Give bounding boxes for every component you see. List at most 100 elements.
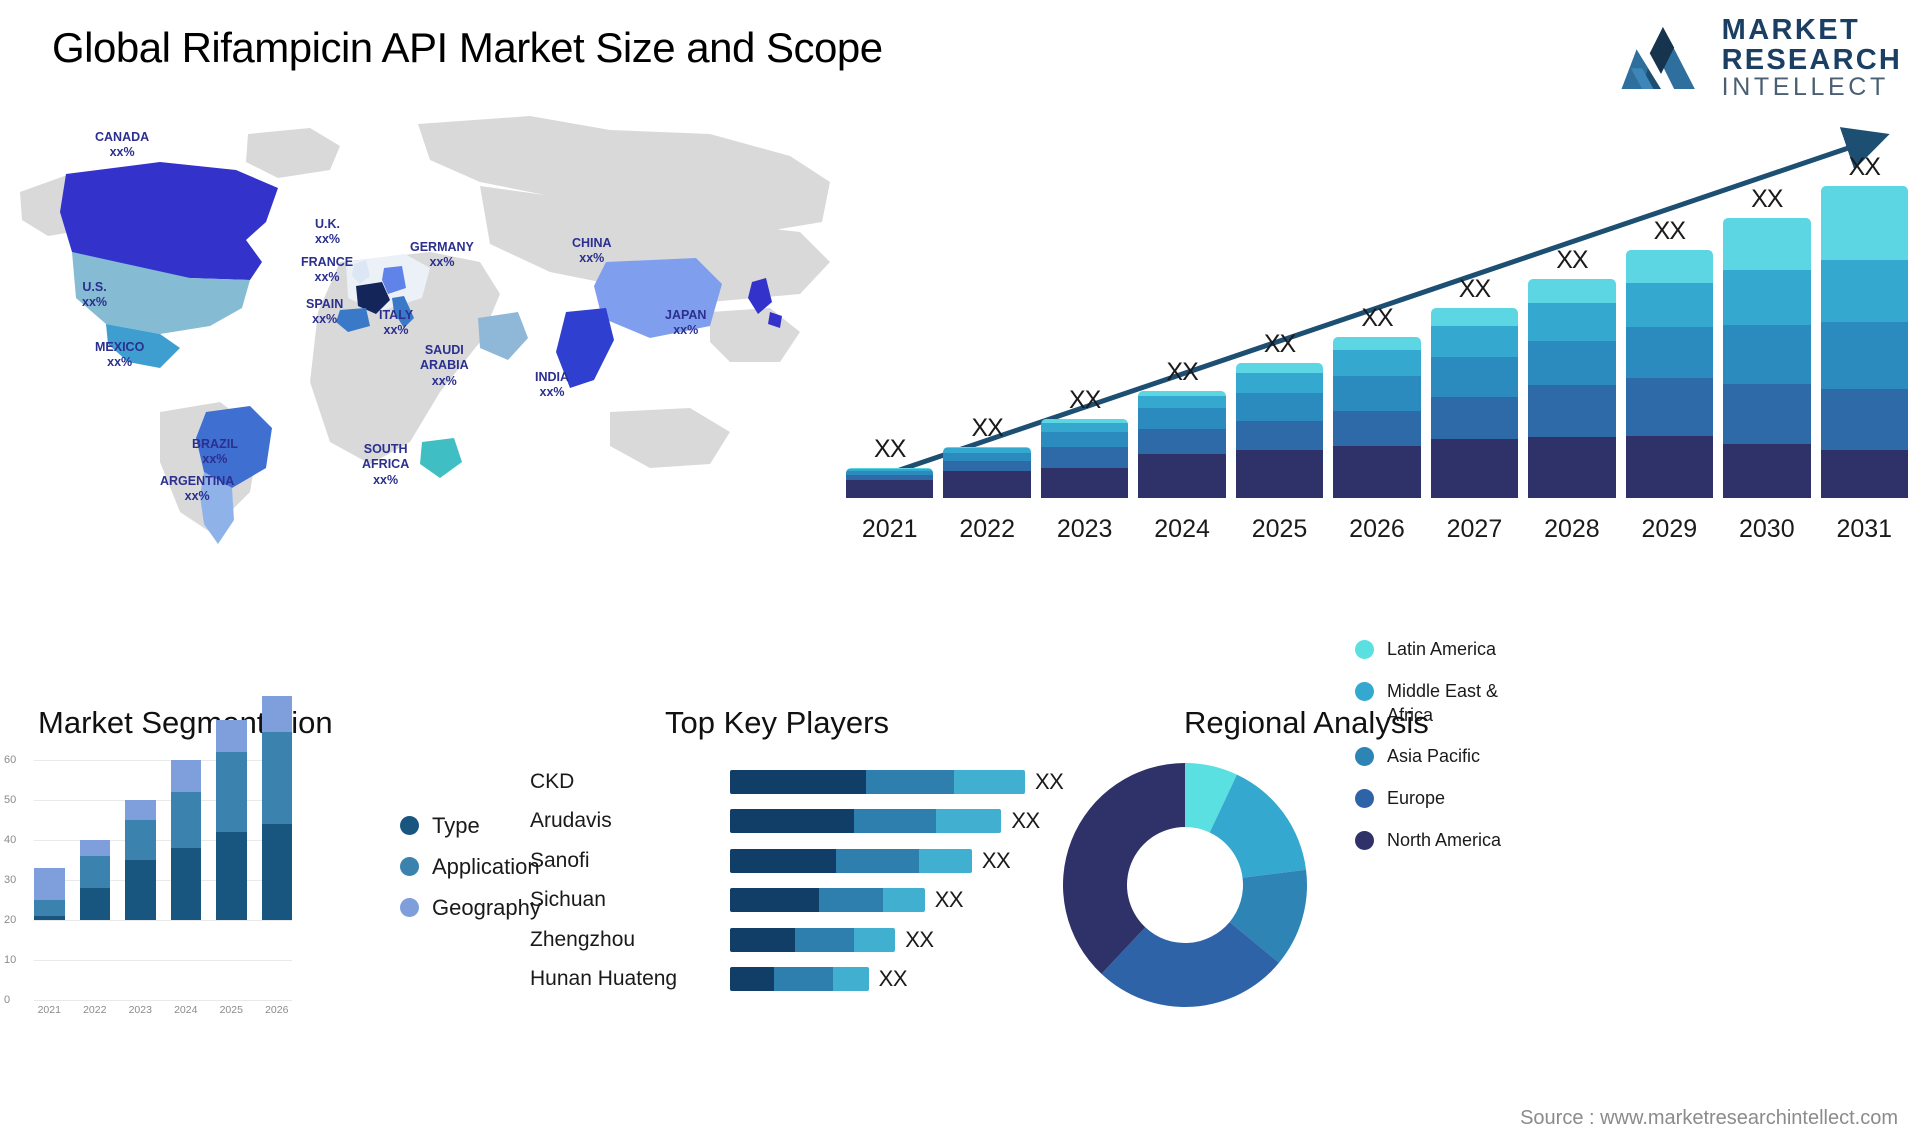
map-country-value: xx% — [202, 452, 228, 467]
growth-bar-column: XX — [1040, 386, 1129, 498]
growth-bar-segment — [943, 461, 1031, 472]
growth-bar — [846, 468, 934, 498]
player-bar-segment — [836, 848, 919, 873]
map-label-france: FRANCE xx% — [301, 255, 353, 286]
map-country-value: xx% — [673, 323, 699, 338]
growth-bar-column: XX — [1625, 217, 1714, 498]
segmentation-bar — [34, 680, 65, 920]
growth-bar-segment — [1820, 321, 1908, 390]
segmentation-bar — [261, 680, 292, 920]
segmentation-legend-item: Geography — [400, 887, 541, 928]
legend-color-dot — [1355, 789, 1374, 808]
growth-bar-column: XX — [1333, 304, 1421, 498]
growth-bar — [1528, 279, 1616, 498]
growth-bar-value: XX — [1848, 153, 1881, 181]
map-country-value: xx% — [431, 373, 457, 388]
growth-year-label: 2022 — [959, 515, 1015, 543]
growth-bar-segment — [1430, 396, 1519, 439]
segmentation-bar — [216, 680, 247, 920]
legend-label: Geography — [432, 894, 541, 920]
growth-bar-segment — [1528, 279, 1616, 303]
growth-year-label: 2024 — [1154, 515, 1210, 543]
source-text: Source : www.marketresearchintellect.com — [1520, 1107, 1898, 1129]
growth-bar-segment — [1625, 250, 1714, 284]
map-label-argentina: ARGENTINA xx% — [160, 474, 234, 505]
segmentation-bar-segment — [34, 868, 65, 900]
growth-bar-segment — [1723, 384, 1811, 444]
growth-bar-column: XX — [846, 435, 934, 498]
map-country-value: xx% — [429, 255, 455, 270]
growth-bar-segment — [1723, 270, 1811, 325]
map-country-name: U.S. — [82, 280, 107, 294]
player-bar-segment — [730, 848, 837, 873]
map-country-value: xx% — [383, 323, 409, 338]
player-name: Arudavis — [530, 809, 612, 833]
legend-color-dot — [400, 898, 419, 917]
player-value: XX — [1011, 808, 1040, 834]
legend-color-dot — [1355, 681, 1374, 701]
growth-bar-segment — [1138, 428, 1226, 455]
growth-bar-value: XX — [874, 435, 906, 464]
map-country-value: xx% — [579, 251, 605, 266]
map-label-saudi-arabia: SAUDI ARABIA xx% — [420, 343, 469, 389]
player-bar-segment — [730, 967, 775, 992]
segmentation-year-label: 2025 — [219, 1004, 243, 1016]
map-label-germany: GERMANY xx% — [410, 240, 474, 271]
legend-color-dot — [1355, 830, 1374, 850]
growth-bar — [1723, 217, 1811, 498]
growth-bar-segment — [1528, 302, 1616, 341]
growth-bar-segment — [1235, 450, 1324, 498]
segmentation-bar — [125, 680, 156, 920]
segmentation-year-label: 2022 — [83, 1004, 107, 1016]
map-label-south-africa: SOUTH AFRICA xx% — [362, 442, 409, 488]
map-label-u-k-: U.K. xx% — [315, 217, 340, 248]
player-bar-segment — [865, 769, 955, 794]
player-row: CKD XX — [530, 762, 1070, 802]
segmentation-bar-segment — [79, 840, 110, 856]
player-bar-segment — [774, 967, 834, 992]
growth-bar-column: XX — [1528, 246, 1616, 498]
regional-legend-item: North America — [1355, 829, 1547, 853]
growth-bar-segment — [1138, 454, 1226, 498]
growth-bar-segment — [1625, 283, 1714, 327]
growth-bar-segment — [1820, 450, 1908, 498]
world-map: CANADA xx% U.S. xx% MEXICO xx% BRAZIL xx% ARGENT… — [10, 112, 840, 552]
growth-bar-segment — [1040, 431, 1129, 448]
player-bar-segment — [954, 769, 1025, 794]
map-country-value: xx% — [82, 295, 108, 310]
player-bar-segment — [883, 888, 925, 913]
segmentation-y-tick: 50 — [4, 794, 17, 806]
map-country-name: SOUTH AFRICA — [362, 442, 410, 472]
segmentation-bar-segment — [34, 916, 65, 920]
growth-bar-segment — [1430, 325, 1519, 358]
growth-bar-segment — [1625, 435, 1714, 498]
map-country-name: GERMANY — [410, 240, 474, 254]
segmentation-year-label: 2023 — [128, 1004, 152, 1016]
segmentation-bar-segment — [261, 824, 292, 920]
map-label-china: CHINA xx% — [572, 236, 612, 267]
growth-bar-value: XX — [1458, 274, 1491, 303]
map-country-name: INDIA — [535, 370, 570, 384]
growth-bar — [1235, 363, 1324, 498]
growth-bar-value: XX — [1166, 358, 1198, 387]
growth-bar — [1138, 391, 1226, 498]
logo-line-2: RESEARCH — [1721, 43, 1902, 76]
map-country-name: CANADA — [95, 130, 150, 144]
player-row: Sanofi XX — [530, 841, 1070, 881]
growth-bar-segment — [1430, 307, 1519, 326]
growth-bar-segment — [1723, 217, 1811, 271]
map-label-mexico: MEXICO xx% — [95, 340, 144, 371]
legend-label: Middle East & Africa — [1387, 680, 1499, 725]
legend-color-dot — [1355, 640, 1374, 659]
growth-bar-column: XX — [1138, 358, 1226, 498]
segmentation-bar-segment — [79, 856, 110, 888]
legend-label: North America — [1387, 829, 1502, 850]
segmentation-legend-item: Application — [400, 846, 541, 887]
growth-year-label: 2028 — [1544, 515, 1600, 543]
growth-bar-segment — [1333, 410, 1421, 447]
growth-bar-segment — [1333, 376, 1421, 411]
growth-bar-segment — [1820, 186, 1908, 261]
logo-line-3: INTELLECT — [1721, 73, 1889, 102]
map-country-name: SPAIN — [306, 297, 344, 311]
market-segmentation-chart: 0 10 20 30 40 50 60 2021 2022 2023 2024 2025 2026 — [4, 696, 334, 1016]
